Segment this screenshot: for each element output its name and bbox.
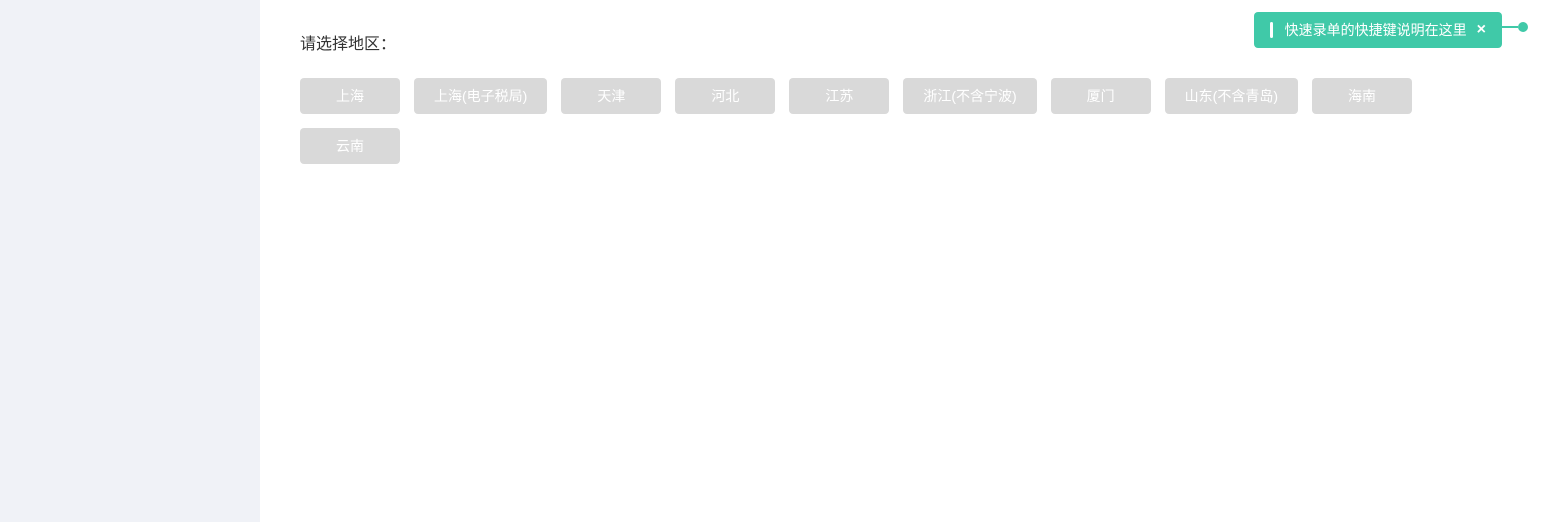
region-button-shandong[interactable]: 山东(不含青岛) — [1165, 78, 1298, 114]
region-button-yunnan[interactable]: 云南 — [300, 128, 400, 164]
left-sidebar — [0, 0, 260, 522]
tooltip-banner[interactable]: 快速录单的快捷键说明在这里 × — [1254, 12, 1502, 48]
region-button-hebei[interactable]: 河北 — [675, 78, 775, 114]
region-button-shanghai[interactable]: 上海 — [300, 78, 400, 114]
tooltip-connector-dot — [1518, 22, 1528, 32]
region-button-tianjin[interactable]: 天津 — [561, 78, 661, 114]
region-button-hainan[interactable]: 海南 — [1312, 78, 1412, 114]
region-button-zhejiang[interactable]: 浙江(不含宁波) — [903, 78, 1036, 114]
region-button-jiangsu[interactable]: 江苏 — [789, 78, 889, 114]
main-content: 请选择地区： 上海上海(电子税局)天津河北江苏浙江(不含宁波)厦门山东(不含青岛… — [260, 0, 1562, 522]
tooltip-connector-line — [1502, 26, 1518, 28]
tooltip-close-button[interactable]: × — [1477, 22, 1486, 38]
region-buttons-container: 上海上海(电子税局) 天津河北江苏浙江(不含宁波) 厦门山东(不含青岛) 海南云南 — [300, 78, 1522, 164]
tooltip-text: 快速录单的快捷键说明在这里 — [1285, 20, 1467, 40]
region-button-shanghai-etax[interactable]: 上海(电子税局) — [414, 78, 547, 114]
region-button-xiamen[interactable]: 厦门 — [1051, 78, 1151, 114]
